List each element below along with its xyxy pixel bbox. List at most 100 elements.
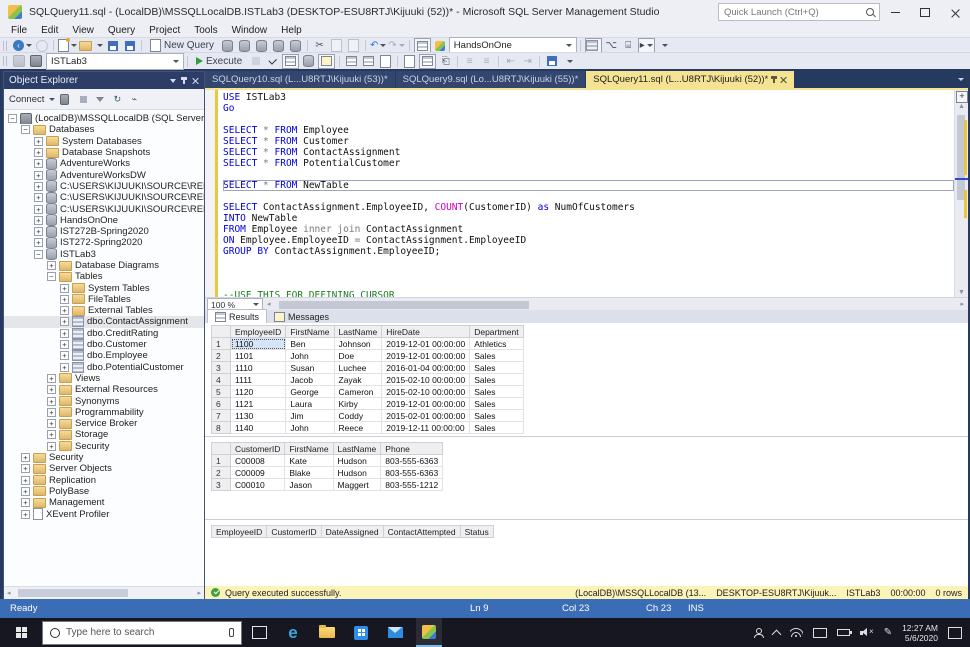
increase-indent-button[interactable]: ⇥ [520, 55, 535, 68]
expander-icon[interactable]: + [34, 148, 43, 158]
editor-vscrollbar[interactable]: + ▲ ▼ [954, 90, 968, 297]
grid-cell[interactable]: Blake [284, 466, 334, 479]
grid-cell[interactable]: John [285, 349, 335, 362]
registered-servers-button[interactable] [584, 38, 602, 53]
tree-item[interactable]: + Views [4, 373, 204, 384]
grid-cell[interactable]: Ben [285, 337, 335, 350]
code-line[interactable]: Go [223, 103, 954, 114]
analysis-query-button[interactable] [237, 39, 252, 52]
expander-icon[interactable]: + [34, 193, 43, 203]
expander-icon[interactable]: + [34, 227, 43, 237]
tree-item[interactable]: + dbo.Employee [4, 350, 204, 362]
grid-cell[interactable]: Coddy [333, 409, 383, 422]
table-row[interactable]: 1 1100 Ben Johnson 2019-12-01 00:00:00 Athlet… [211, 337, 524, 350]
tree-item[interactable]: + HandsOnOne [4, 214, 204, 226]
menu-help[interactable]: Help [274, 25, 309, 36]
expander-icon[interactable]: + [60, 294, 69, 304]
scroll-right-icon[interactable]: ▸ [960, 300, 964, 309]
grid-cell[interactable]: 1140 [229, 421, 287, 434]
expander-icon[interactable]: + [60, 340, 69, 350]
quick-launch-input[interactable]: Quick Launch (Ctrl+Q) [718, 3, 880, 21]
display-estimated-plan-button[interactable] [282, 53, 300, 69]
disconnect-button[interactable] [60, 93, 72, 105]
battery-icon[interactable] [836, 629, 852, 636]
tree-item[interactable]: + Replication [4, 475, 204, 486]
expander-icon[interactable]: + [60, 317, 69, 327]
expander-icon[interactable]: + [60, 306, 69, 316]
column-header[interactable]: LastName [333, 325, 383, 338]
expander-icon[interactable]: − [47, 272, 56, 282]
tree-item[interactable]: + dbo.Customer [4, 339, 204, 351]
expander-icon[interactable]: + [34, 215, 43, 225]
menu-query[interactable]: Query [101, 25, 142, 36]
code-line[interactable]: FROM Employee inner join ContactAssignme… [223, 224, 954, 235]
row-number[interactable]: 8 [211, 421, 231, 434]
column-header[interactable]: HireDate [381, 325, 471, 338]
tree-item[interactable]: − Tables [4, 271, 204, 282]
code-line[interactable]: SELECT * FROM ContactAssignment [223, 147, 954, 158]
expander-icon[interactable]: + [21, 475, 30, 485]
code-line[interactable] [223, 114, 954, 125]
expander-icon[interactable]: + [34, 170, 43, 180]
refresh-button[interactable]: ↻ [111, 93, 123, 105]
code-line[interactable]: GROUP BY ContactAssignment.EmployeeID; [223, 246, 954, 257]
expander-icon[interactable]: + [21, 453, 30, 463]
grid-cell[interactable]: Kate [284, 454, 334, 467]
row-number[interactable]: 3 [211, 361, 231, 374]
result-grid-2[interactable]: CustomerID FirstName LastName Phone 1 C00008 K… [211, 442, 444, 491]
tree-item[interactable]: − (LocalDB)\MSSQLLocalDB (SQL Server 13.0… [4, 113, 204, 125]
menu-file[interactable]: File [4, 25, 34, 36]
code-line[interactable] [223, 268, 954, 279]
expander-icon[interactable]: + [47, 430, 56, 440]
microphone-icon[interactable] [229, 628, 234, 637]
minimize-button[interactable] [880, 0, 910, 24]
save-all-button[interactable] [122, 39, 137, 52]
result-set-splitter[interactable] [205, 436, 968, 437]
client-statistics-button[interactable] [378, 54, 393, 68]
comment-button[interactable]: ≡ [462, 55, 477, 68]
file-explorer-taskbar-button[interactable] [314, 618, 340, 647]
expander-icon[interactable]: + [34, 159, 43, 169]
navigate-forward-button[interactable] [34, 39, 49, 52]
expander-icon[interactable]: + [60, 351, 69, 361]
edge-taskbar-button[interactable]: e [280, 618, 306, 647]
table-row[interactable]: 5 1120 George Cameron 2015-02-10 00:00:00 Sal… [211, 385, 524, 398]
undo-button[interactable]: ↶ [370, 39, 387, 52]
connect-button[interactable] [13, 55, 28, 68]
grid-cell[interactable]: 2019-12-01 00:00:00 [381, 349, 471, 362]
code-line[interactable]: INTO NewTable [223, 213, 954, 224]
grid-cell[interactable]: Sales [469, 421, 524, 434]
grid-cell[interactable]: 2019-12-01 00:00:00 [381, 337, 471, 350]
row-number[interactable]: 2 [211, 466, 231, 479]
column-header[interactable]: EmployeeID [229, 325, 287, 338]
tree-item[interactable]: + Database Snapshots [4, 147, 204, 158]
column-header[interactable]: CustomerID [229, 442, 286, 455]
tree-item[interactable]: + dbo.PotentialCustomer [4, 361, 204, 373]
grid-cell[interactable]: 1120 [229, 385, 287, 398]
tree-item[interactable]: + XEvent Profiler [4, 508, 204, 520]
grid-cell[interactable]: 1111 [229, 373, 287, 386]
grid-cell[interactable]: Hudson [332, 454, 382, 467]
grid-cell[interactable]: John [285, 421, 335, 434]
code-area[interactable]: USE ISTLab3 Go SELECT * FROM Employee SELEC… [218, 90, 954, 297]
tree-item[interactable]: + IST272-Spring2020 [4, 237, 204, 249]
grid-cell[interactable]: 2019-12-11 00:00:00 [381, 421, 471, 434]
toolbar-options-button[interactable] [561, 55, 576, 68]
table-row[interactable]: 6 1121 Laura Kirby 2019-12-01 00:00:00 Sales [211, 397, 524, 410]
row-number[interactable]: 4 [211, 373, 231, 386]
doc-tab[interactable]: SQLQuery11.sql (L...U8RTJ\Kijuuki (52))* [586, 71, 795, 88]
grid-cell[interactable]: Zayak [333, 373, 383, 386]
close-panel-button[interactable] [192, 77, 199, 84]
close-button[interactable] [940, 0, 970, 24]
tree-item[interactable]: + System Databases [4, 136, 204, 147]
column-header[interactable]: Phone [380, 442, 444, 455]
live-query-stats-button[interactable] [361, 55, 376, 68]
expander-icon[interactable]: + [21, 486, 30, 496]
include-actual-plan-button[interactable] [344, 55, 359, 68]
tree-item[interactable]: + C:\USERS\KIJUUKI\SOURCE\REPOS\PERSON [4, 203, 204, 215]
tree-item[interactable]: + System Tables [4, 282, 204, 294]
open-file-button[interactable] [79, 39, 103, 52]
window-position-button[interactable] [170, 78, 176, 83]
tree-item[interactable]: − Databases [4, 124, 204, 135]
code-line[interactable]: --USE THIS FOR DEFINING CURSOR [223, 290, 954, 297]
